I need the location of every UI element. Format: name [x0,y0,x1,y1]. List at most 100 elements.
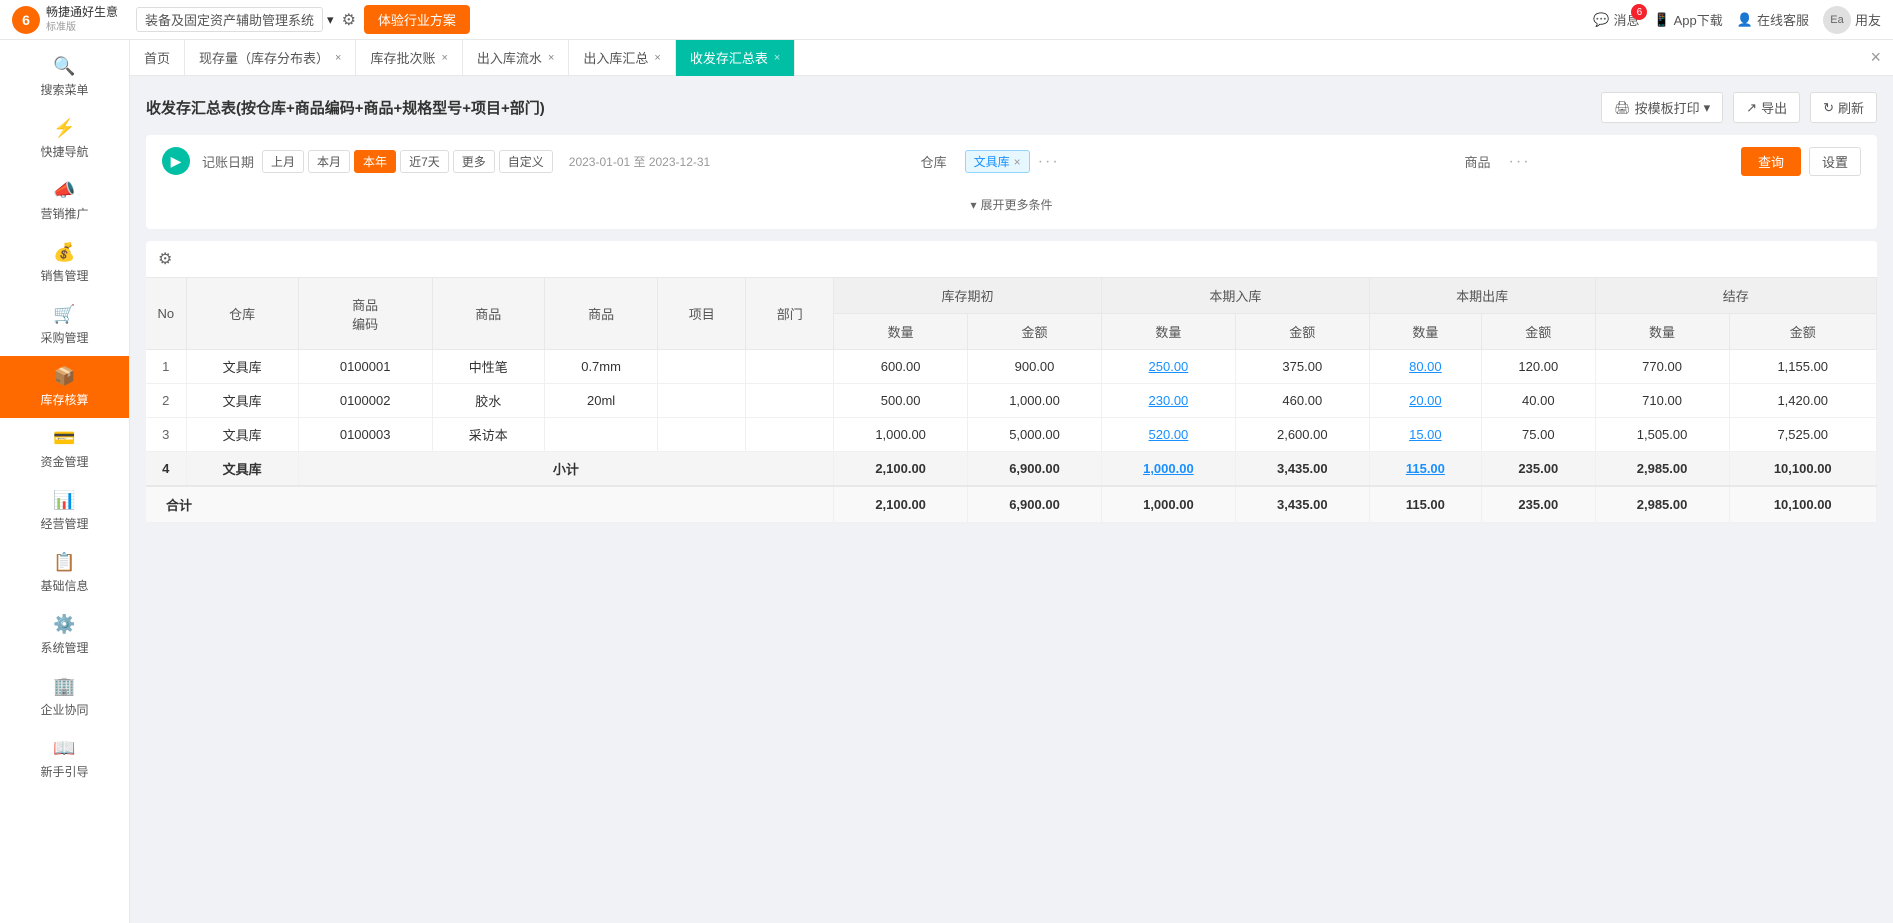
message-item[interactable]: 💬 消息 6 [1593,10,1639,29]
export-btn[interactable]: ↗ 导出 [1733,92,1800,123]
row3-warehouse: 文具库 [186,418,298,452]
expand-btn[interactable]: ▾ 展开更多条件 [970,196,1052,213]
try-btn[interactable]: 体验行业方案 [364,5,470,34]
date-btn-this-month[interactable]: 本月 [308,150,350,173]
row2-in-qty[interactable]: 230.00 [1101,384,1235,418]
sidebar-item-system[interactable]: ⚙️ 系统管理 [0,604,129,666]
tab-recv-send[interactable]: 收发存汇总表 × [676,40,795,76]
row3-in-qty[interactable]: 520.00 [1101,418,1235,452]
table-settings-icon[interactable]: ⚙ [158,249,172,269]
sidebar-label-inventory: 库存核算 [40,391,88,408]
subtotal-open-qty: 2,100.00 [834,452,968,487]
th-department: 部门 [746,278,834,350]
operations-icon: 📊 [53,490,75,511]
sidebar-item-sales[interactable]: 💰 销售管理 [0,232,129,294]
tab-inout-flow-label: 出入库流水 [477,48,542,67]
row2-out-qty[interactable]: 20.00 [1369,384,1481,418]
sidebar-item-finance[interactable]: 💳 资金管理 [0,418,129,480]
row1-open-amt: 900.00 [968,350,1102,384]
tab-close-all[interactable]: × [1858,47,1893,68]
page-content: 收发存汇总表(按仓库+商品编码+商品+规格型号+项目+部门) 🖨 按模板打印 ▾… [130,76,1893,923]
settings-icon[interactable]: ⚙ [342,10,356,30]
date-btn-last-month[interactable]: 上月 [262,150,304,173]
total-out-qty: 115.00 [1369,486,1481,523]
date-btn-this-year[interactable]: 本年 [354,150,396,173]
tab-inventory-dist[interactable]: 现存量（库存分布表） × [185,40,356,76]
user-item[interactable]: Ea 用友 [1823,6,1881,34]
query-btn[interactable]: 查询 [1741,147,1801,176]
tab-inout-flow[interactable]: 出入库流水 × [463,40,569,76]
row1-close-amt: 1,155.00 [1729,350,1877,384]
row2-warehouse: 文具库 [186,384,298,418]
row1-code: 0100001 [298,350,432,384]
content-area: 首页 现存量（库存分布表） × 库存批次账 × 出入库流水 × 出入库汇总 × … [130,40,1893,923]
settings-btn[interactable]: 设置 [1809,147,1861,176]
sidebar-label-enterprise: 企业协同 [40,701,88,718]
system-select[interactable]: 装备及固定资产辅助管理系统 ▾ [126,7,334,32]
filter-section-goods: 商品 ··· [1465,152,1531,171]
export-label: 导出 [1761,98,1787,117]
date-range: 2023-01-01 至 2023-12-31 [569,153,710,170]
row1-project [658,350,746,384]
top-bar-left: 6 畅捷通好生意 标准版 装备及固定资产辅助管理系统 ▾ ⚙ 体验行业方案 [12,5,470,34]
total-close-amt: 10,100.00 [1729,486,1877,523]
row1-out-qty[interactable]: 80.00 [1369,350,1481,384]
tab-batch[interactable]: 库存批次账 × [356,40,462,76]
sidebar-item-marketing[interactable]: 📣 营销推广 [0,170,129,232]
sidebar-item-purchase[interactable]: 🛒 采购管理 [0,294,129,356]
tab-home[interactable]: 首页 [130,40,185,76]
tab-inout-flow-close[interactable]: × [548,52,554,64]
filter-row-date: 记账日期 上月 本月 本年 近7天 更多 自定义 2023-01-01 至 20… [202,147,1861,176]
sidebar-label-finance: 资金管理 [40,453,88,470]
date-btn-more[interactable]: 更多 [453,150,495,173]
row1-in-amt: 375.00 [1235,350,1369,384]
goods-filter-dots[interactable]: ··· [1509,153,1531,171]
refresh-btn[interactable]: ↻ 刷新 [1810,92,1877,123]
row1-in-qty[interactable]: 250.00 [1101,350,1235,384]
sidebar-item-operations[interactable]: 📊 经营管理 [0,480,129,542]
date-btn-7days[interactable]: 近7天 [400,150,449,173]
app-download-item[interactable]: 📱 App下载 [1653,10,1722,29]
row1-spec: 0.7mm [544,350,658,384]
subtotal-out-qty[interactable]: 115.00 [1369,452,1481,487]
row1-open-qty: 600.00 [834,350,968,384]
row2-close-qty: 710.00 [1595,384,1729,418]
row3-code: 0100003 [298,418,432,452]
tab-batch-close[interactable]: × [441,52,447,64]
print-btn[interactable]: 🖨 按模板打印 ▾ [1601,92,1723,123]
date-btn-custom[interactable]: 自定义 [499,150,553,173]
row1-no: 1 [146,350,186,384]
sidebar-item-search[interactable]: 🔍 搜索菜单 [0,46,129,108]
subtotal-in-qty[interactable]: 1,000.00 [1101,452,1235,487]
row2-open-qty: 500.00 [834,384,968,418]
sidebar-item-quick-nav[interactable]: ⚡ 快捷导航 [0,108,129,170]
message-icon: 💬 [1593,12,1609,28]
sidebar-item-enterprise[interactable]: 🏢 企业协同 [0,666,129,728]
tab-inout-summary-close[interactable]: × [654,52,660,64]
system-dropdown-icon[interactable]: ▾ [327,12,334,28]
top-bar-right: 💬 消息 6 📱 App下载 👤 在线客服 Ea 用友 [1593,6,1881,34]
tab-recv-send-close[interactable]: × [774,52,780,64]
row2-project [658,384,746,418]
row3-close-amt: 7,525.00 [1729,418,1877,452]
quick-nav-icon: ⚡ [53,118,75,139]
sidebar-label-sales: 销售管理 [40,267,88,284]
warehouse-tag-remove[interactable]: × [1014,155,1021,169]
tab-inventory-dist-close[interactable]: × [335,52,341,64]
th-close-qty: 数量 [1595,314,1729,350]
tab-recv-send-label: 收发存汇总表 [690,48,768,67]
sidebar-item-basic-info[interactable]: 📋 基础信息 [0,542,129,604]
sidebar-item-inventory[interactable]: 📦 库存核算 [0,356,129,418]
collapse-arrow[interactable]: ▶ [162,147,190,175]
online-service-item[interactable]: 👤 在线客服 [1737,10,1809,29]
row3-out-qty[interactable]: 15.00 [1369,418,1481,452]
th-in-amt: 金额 [1235,314,1369,350]
row3-project [658,418,746,452]
row2-spec: 20ml [544,384,658,418]
sidebar-label-quick-nav: 快捷导航 [40,143,88,160]
sidebar-item-guide[interactable]: 📖 新手引导 [0,728,129,790]
tab-inout-summary[interactable]: 出入库汇总 × [569,40,675,76]
goods-label: 商品 [1465,152,1501,171]
warehouse-filter-dots[interactable]: ··· [1038,153,1060,171]
sidebar-label-basic-info: 基础信息 [40,577,88,594]
